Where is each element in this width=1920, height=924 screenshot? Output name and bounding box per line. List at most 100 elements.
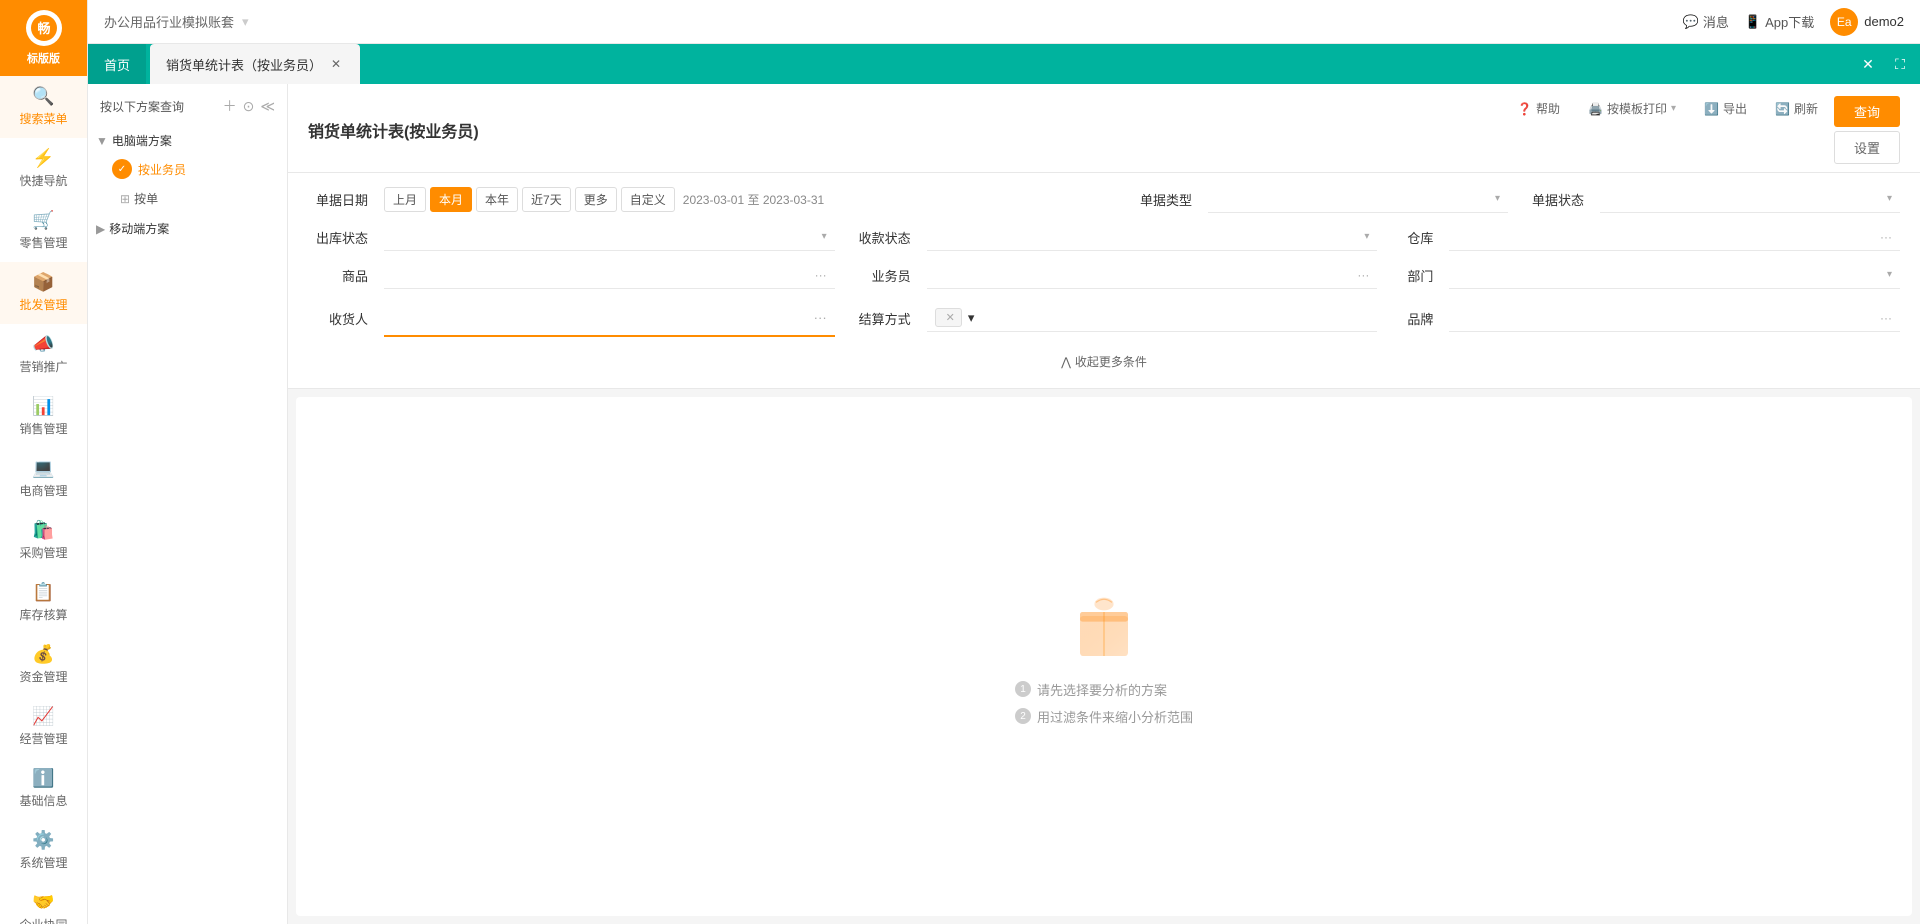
plan-item-salesperson[interactable]: ✓ 按业务员 (88, 153, 287, 185)
sidebar-item-label: 批发管理 (19, 296, 67, 313)
app-icon: 📱 (1745, 14, 1761, 30)
sidebar-item-retail[interactable]: 🛒 零售管理 (0, 200, 87, 262)
date-btn-custom[interactable]: 自定义 (621, 187, 675, 212)
operation-icon: 📈 (32, 706, 54, 727)
date-btn-7days[interactable]: 近7天 (522, 187, 571, 212)
sales-report-tab-label: 销货单统计表（按业务员） (166, 55, 322, 74)
tab-fullscreen-button[interactable]: ⛶ (1888, 52, 1912, 76)
refresh-plan-button[interactable]: ⊙ (243, 98, 255, 115)
settings-button[interactable]: 设置 (1834, 131, 1900, 164)
user-name: demo2 (1864, 14, 1904, 29)
ecommerce-icon: 💻 (32, 458, 54, 479)
active-icon: ✓ (118, 164, 126, 175)
export-button[interactable]: ⬇️ 导出 (1696, 96, 1755, 121)
receiver-input[interactable]: ··· (384, 299, 835, 337)
date-btn-this-year[interactable]: 本年 (476, 187, 518, 212)
payment-select[interactable]: ✕ ▾ (927, 304, 1378, 332)
chevron-down-icon: ▾ (1887, 269, 1892, 280)
sidebar-item-wholesale[interactable]: 📦 批发管理 (0, 262, 87, 324)
chevron-down-icon: ▾ (968, 310, 975, 326)
salesperson-select[interactable]: ··· (927, 261, 1378, 289)
sidebar-item-sales[interactable]: 📊 销售管理 (0, 386, 87, 448)
date-btn-this-month[interactable]: 本月 (430, 187, 472, 212)
left-panel: 按以下方案查询 ＋ ⊙ ≪ ▼ 电脑端方案 ✓ 按业务员 (88, 84, 288, 924)
main-area: 办公用品行业模拟账套 ▾ 💬 消息 📱 App下载 Ea demo2 首页 (88, 0, 1920, 924)
plan-item-order[interactable]: ⊞ 按单 (88, 185, 287, 212)
sidebar-item-label: 销售管理 (19, 420, 67, 437)
query-button[interactable]: 查询 (1834, 96, 1900, 127)
wholesale-icon: 📦 (32, 272, 54, 293)
collapse-filter-button[interactable]: ⋀ 收起更多条件 (308, 347, 1900, 376)
topbar: 办公用品行业模拟账套 ▾ 💬 消息 📱 App下载 Ea demo2 (88, 0, 1920, 44)
dept-select[interactable]: ▾ (1449, 261, 1900, 289)
doc-status-select[interactable]: ▾ (1600, 185, 1900, 213)
sidebar-item-marketing[interactable]: 📣 营销推广 (0, 324, 87, 386)
sidebar-item-shortcut[interactable]: ⚡ 快捷导航 (0, 138, 87, 200)
data-area: 1 请先选择要分析的方案 2 用过滤条件来缩小分析范围 (296, 397, 1912, 916)
sidebar-item-purchase[interactable]: 🛍️ 采购管理 (0, 510, 87, 572)
filter-row-3: 商品 ··· 业务员 ··· 部门 ▾ (308, 261, 1900, 289)
print-icon: 🖨️ (1588, 102, 1603, 116)
payment-label: 结算方式 (851, 309, 911, 328)
sidebar-item-search[interactable]: 🔍 搜索菜单 (0, 76, 87, 138)
mobile-plan-group[interactable]: ▶ 移动端方案 (88, 216, 287, 241)
dots-icon: ··· (815, 268, 827, 282)
sidebar-item-corp[interactable]: 🤝 企业协同 (0, 882, 87, 924)
date-btn-more[interactable]: 更多 (575, 187, 617, 212)
doc-type-select[interactable]: ▾ (1208, 185, 1508, 213)
goods-select[interactable]: ··· (384, 261, 835, 289)
search-icon: 🔍 (32, 86, 54, 107)
tag-close-button[interactable]: ✕ (946, 311, 955, 324)
tab-close-button[interactable]: ✕ (328, 56, 344, 72)
tab-home[interactable]: 首页 (88, 44, 146, 84)
sidebar-item-label: 系统管理 (19, 854, 67, 871)
sidebar-item-basic[interactable]: ℹ️ 基础信息 (0, 758, 87, 820)
help-button[interactable]: ❓ 帮助 (1509, 96, 1568, 121)
collapse-panel-button[interactable]: ≪ (260, 98, 275, 115)
page-header: 销货单统计表(按业务员) ❓ 帮助 🖨️ 按模板打印 ▾ ⬇ (288, 84, 1920, 173)
shortcut-icon: ⚡ (32, 148, 54, 169)
sidebar-item-label: 搜索菜单 (19, 110, 67, 127)
sidebar-item-finance[interactable]: 💰 资金管理 (0, 634, 87, 696)
sidebar-item-inventory[interactable]: 📋 库存核算 (0, 572, 87, 634)
sidebar-item-system[interactable]: ⚙️ 系统管理 (0, 820, 87, 882)
sidebar-item-operation[interactable]: 📈 经营管理 (0, 696, 87, 758)
chevron-down-icon: ▾ (822, 231, 827, 242)
chevron-down-icon: ▾ (1887, 193, 1892, 204)
print-label: 按模板打印 (1607, 100, 1667, 117)
sidebar-item-label: 零售管理 (19, 234, 67, 251)
content-area: 按以下方案查询 ＋ ⊙ ≪ ▼ 电脑端方案 ✓ 按业务员 (88, 84, 1920, 924)
logo-text: 标版版 (27, 50, 60, 66)
warehouse-select[interactable]: ··· (1449, 223, 1900, 251)
retail-icon: 🛒 (32, 210, 54, 231)
sidebar-logo: 畅 标版版 (0, 0, 88, 76)
breadcrumb-arrow: ▾ (242, 14, 249, 30)
brand-label: 品牌 (1393, 309, 1433, 328)
svg-text:畅: 畅 (37, 21, 50, 36)
tab-sales-report[interactable]: 销货单统计表（按业务员） ✕ (150, 44, 360, 84)
print-button[interactable]: 🖨️ 按模板打印 ▾ (1580, 96, 1684, 121)
user-menu[interactable]: Ea demo2 (1830, 8, 1904, 36)
message-button[interactable]: 💬 消息 (1683, 12, 1729, 31)
tip-1-text: 请先选择要分析的方案 (1037, 680, 1167, 699)
refresh-button[interactable]: 🔄 刷新 (1767, 96, 1826, 121)
out-status-select[interactable]: ▾ (384, 223, 835, 251)
page-title: 销货单统计表(按业务员) (308, 118, 479, 142)
brand-select[interactable]: ··· (1449, 304, 1900, 332)
filter-row-2: 出库状态 ▾ 收款状态 ▾ 仓库 ··· (308, 223, 1900, 251)
add-plan-button[interactable]: ＋ (223, 96, 237, 116)
date-btn-last-month[interactable]: 上月 (384, 187, 426, 212)
dots-icon: ··· (1880, 230, 1892, 244)
plan-item-label: 按单 (134, 190, 158, 207)
dots-icon: ··· (814, 310, 827, 325)
pc-plan-group-title[interactable]: ▼ 电脑端方案 (88, 128, 287, 153)
filter-row-4: 收货人 ··· 结算方式 ✕ ▾ 品牌 (308, 299, 1900, 337)
pay-status-select[interactable]: ▾ (927, 223, 1378, 251)
filter-area: 单据日期 上月 本月 本年 近7天 更多 自定义 2023-03-01 至 20… (288, 173, 1920, 389)
tab-close-all-button[interactable]: ✕ (1856, 52, 1880, 76)
sidebar-item-label: 基础信息 (19, 792, 67, 809)
sidebar-item-ecommerce[interactable]: 💻 电商管理 (0, 448, 87, 510)
receiver-text-input[interactable] (392, 303, 808, 331)
app-download-button[interactable]: 📱 App下载 (1745, 12, 1814, 31)
right-panel: 销货单统计表(按业务员) ❓ 帮助 🖨️ 按模板打印 ▾ ⬇ (288, 84, 1920, 924)
